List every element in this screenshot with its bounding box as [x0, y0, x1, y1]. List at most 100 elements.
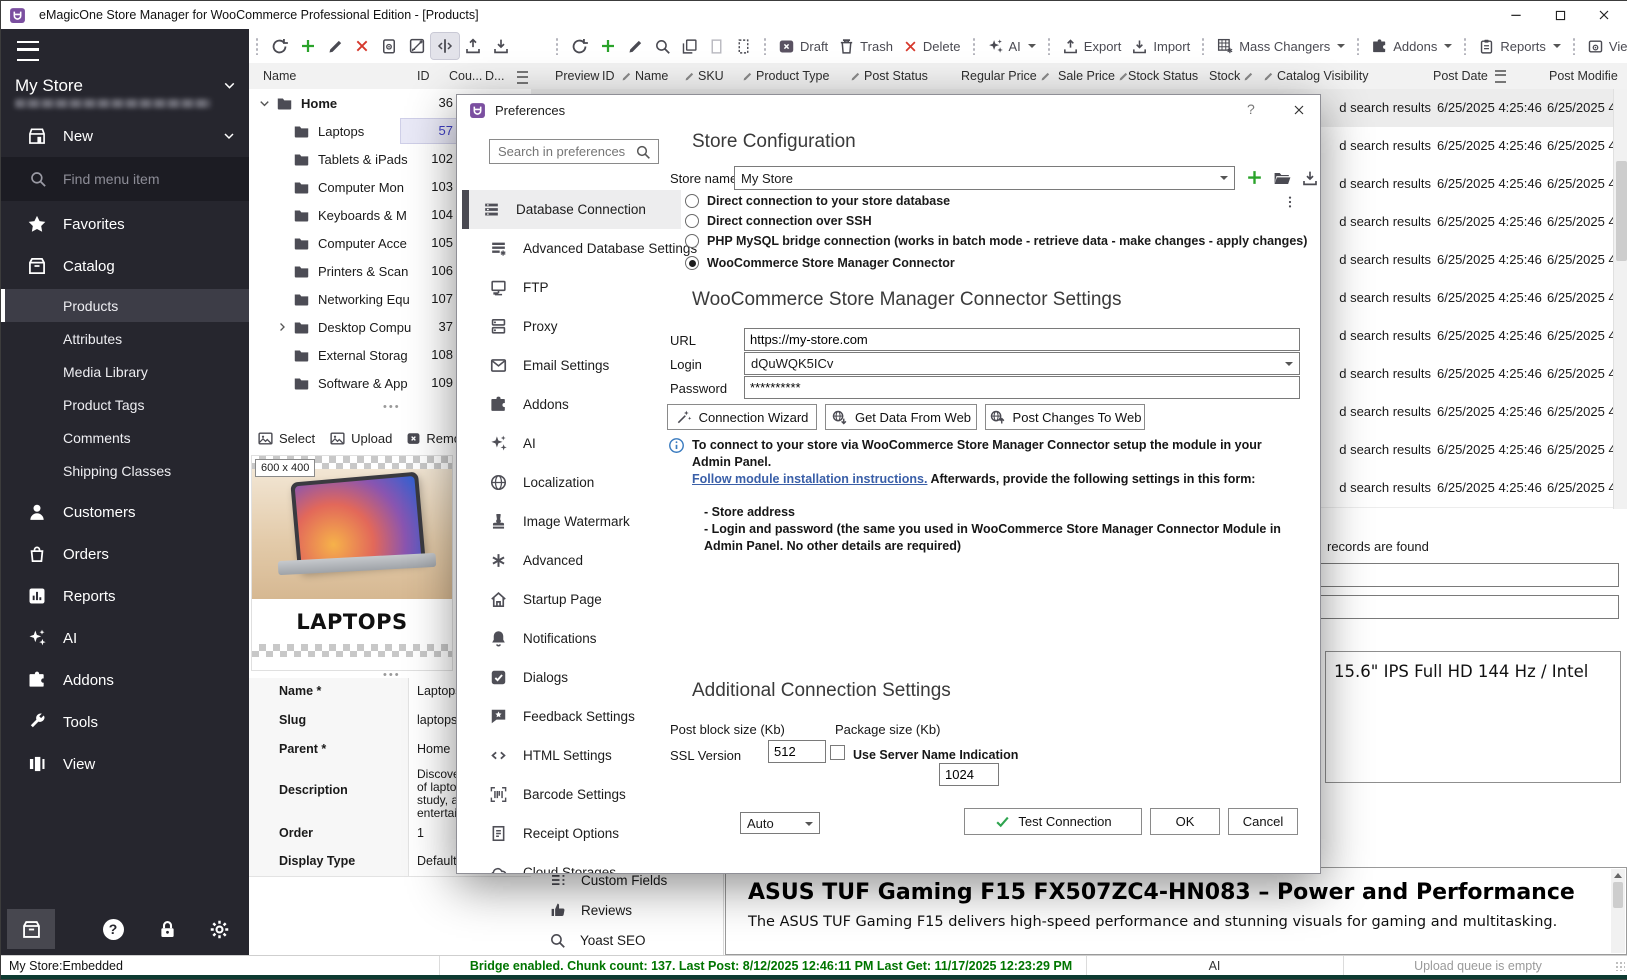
chevron-down-icon[interactable]	[257, 96, 272, 111]
sidebar-item-catalog[interactable]: Catalog	[1, 245, 249, 287]
import-button[interactable]: Import	[1126, 33, 1195, 59]
tree-import-button[interactable]	[487, 33, 515, 59]
grid-edit-button[interactable]	[622, 33, 649, 59]
scrollbar-thumb[interactable]	[1613, 882, 1623, 908]
pref-nav-receipt[interactable]: Receipt Options	[469, 814, 681, 853]
minimize-button[interactable]	[1494, 1, 1538, 29]
ok-button[interactable]: OK	[1150, 808, 1220, 835]
grid-search-button[interactable]	[649, 33, 676, 59]
sidebar-item-orders[interactable]: Orders	[1, 533, 249, 575]
login-combo[interactable]: dQuWQK5ICv	[744, 352, 1300, 375]
pref-nav-email[interactable]: Email Settings	[469, 346, 681, 385]
sidebar-search[interactable]	[1, 157, 249, 201]
download-store-icon[interactable]	[1301, 169, 1319, 187]
tree-delete-button[interactable]	[349, 33, 375, 59]
sidebar-item-ai[interactable]: AI	[1, 617, 249, 659]
chevron-right-icon[interactable]	[275, 320, 289, 334]
mass-changers-button[interactable]: Mass Changers	[1211, 33, 1350, 59]
pref-nav-proxy[interactable]: Proxy	[469, 307, 681, 346]
column-options-icon[interactable]	[517, 71, 528, 84]
paste-button[interactable]	[703, 33, 730, 59]
tree-col-count[interactable]: Cou...	[449, 69, 482, 83]
pref-nav-addons[interactable]: Addons	[469, 385, 681, 424]
pref-nav-database-connection[interactable]: Database Connection	[462, 190, 681, 229]
scroll-up-icon[interactable]	[1614, 873, 1622, 878]
addons-menu-button[interactable]: Addons	[1366, 33, 1457, 59]
sidebar-item-products[interactable]: Products	[1, 289, 253, 322]
password-input[interactable]	[744, 376, 1300, 399]
tree-edit-button[interactable]	[322, 33, 349, 59]
view-menu-button[interactable]: View	[1582, 33, 1627, 59]
resize-grip[interactable]	[1615, 961, 1625, 971]
store-name-combo[interactable]: My Store	[734, 166, 1235, 190]
grid-refresh-button[interactable]	[565, 33, 594, 59]
tree-col-id[interactable]: ID	[417, 69, 430, 83]
grid-col-stock-status[interactable]: Stock Status	[1128, 69, 1198, 83]
image-select-button[interactable]: Select	[257, 430, 315, 447]
grid-col-post-status[interactable]: Post Status	[850, 69, 928, 83]
preferences-search-input[interactable]	[496, 143, 635, 160]
add-store-icon[interactable]	[1245, 168, 1264, 187]
export-button[interactable]: Export	[1057, 33, 1127, 59]
grid-col-product-type[interactable]: Product Type	[742, 69, 829, 83]
grid-col-catalog-visibility[interactable]: Catalog Visibility	[1263, 69, 1368, 83]
grid-col-name[interactable]: Name	[621, 69, 668, 83]
sidebar-item-favorites[interactable]: Favorites	[1, 203, 249, 245]
sidebar-item-shipping-classes[interactable]: Shipping Classes	[1, 454, 249, 487]
grid-col-stock[interactable]: Stock	[1209, 69, 1254, 83]
test-connection-button[interactable]: Test Connection	[964, 808, 1142, 835]
tree-col-name[interactable]: Name	[263, 69, 296, 83]
tree-add-button[interactable]	[294, 33, 322, 59]
radio-ssh-connection[interactable]: Direct connection over SSH	[685, 214, 872, 228]
pref-nav-cloud-storages[interactable]: Cloud Storages	[469, 853, 681, 873]
dialog-help-button[interactable]: ?	[1247, 101, 1255, 117]
bottom-catalog-button[interactable]	[9, 909, 53, 949]
radio-direct-connection[interactable]: Direct connection to your store database	[685, 194, 950, 208]
pref-nav-ftp[interactable]: FTP	[469, 268, 681, 307]
help-button[interactable]: ?	[91, 909, 135, 949]
open-folder-icon[interactable]	[1273, 169, 1292, 188]
sidebar-item-view[interactable]: View	[1, 743, 249, 785]
preferences-search[interactable]	[489, 139, 659, 164]
pref-nav-dialogs[interactable]: Dialogs	[469, 658, 681, 697]
connection-wizard-button[interactable]: Connection Wizard	[667, 404, 817, 430]
url-input[interactable]	[744, 328, 1300, 351]
category-image[interactable]	[252, 469, 452, 599]
module-instructions-link[interactable]: Follow module installation instructions.	[692, 472, 927, 486]
lock-button[interactable]	[145, 909, 189, 949]
filter-input-1[interactable]	[1319, 563, 1619, 587]
scrollbar-thumb[interactable]	[1616, 161, 1627, 261]
grid-col-sku[interactable]: SKU	[684, 69, 724, 83]
sidebar-item-new[interactable]: New	[1, 115, 249, 157]
sidebar-item-addons[interactable]: Addons	[1, 659, 249, 701]
settings-gear-button[interactable]	[197, 909, 241, 949]
sidebar-item-tools[interactable]: Tools	[1, 701, 249, 743]
sidebar-item-customers[interactable]: Customers	[1, 491, 249, 533]
tree-refresh-button[interactable]	[265, 33, 294, 59]
post-block-size-stepper[interactable]	[768, 740, 1320, 763]
sidebar-item-attributes[interactable]: Attributes	[1, 322, 249, 355]
tree-split-view-button[interactable]	[430, 32, 460, 60]
close-button[interactable]	[1582, 1, 1626, 29]
get-data-from-web-button[interactable]: Get Data From Web	[825, 404, 977, 430]
package-size-input[interactable]	[939, 763, 999, 786]
grid-col-sale-price[interactable]: Sale Price	[1058, 69, 1129, 83]
grid-add-button[interactable]	[594, 33, 622, 59]
pref-nav-ai[interactable]: AI	[469, 424, 681, 463]
dialog-title-bar[interactable]: Preferences ?	[457, 95, 1320, 125]
hamburger-menu-icon[interactable]	[17, 41, 39, 61]
paste-special-button[interactable]	[730, 33, 757, 59]
description-scrollbar[interactable]	[1611, 869, 1625, 953]
ai-menu-button[interactable]: AI	[982, 33, 1041, 59]
pref-nav-html-settings[interactable]: HTML Settings	[469, 736, 681, 775]
image-upload-button[interactable]: Upload	[329, 430, 392, 447]
radio-php-bridge[interactable]: PHP MySQL bridge connection (works in ba…	[685, 234, 1307, 248]
grid-scrollbar[interactable]	[1613, 89, 1627, 509]
tree-image-button[interactable]	[403, 33, 431, 59]
pref-nav-startup-page[interactable]: Startup Page	[469, 580, 681, 619]
draft-button[interactable]: Draft	[773, 33, 833, 59]
grid-col-regular-price[interactable]: Regular Price	[961, 69, 1051, 83]
cancel-button[interactable]: Cancel	[1228, 808, 1298, 835]
maximize-button[interactable]	[1538, 1, 1582, 29]
grid-col-post-date[interactable]: Post Date	[1433, 69, 1506, 83]
